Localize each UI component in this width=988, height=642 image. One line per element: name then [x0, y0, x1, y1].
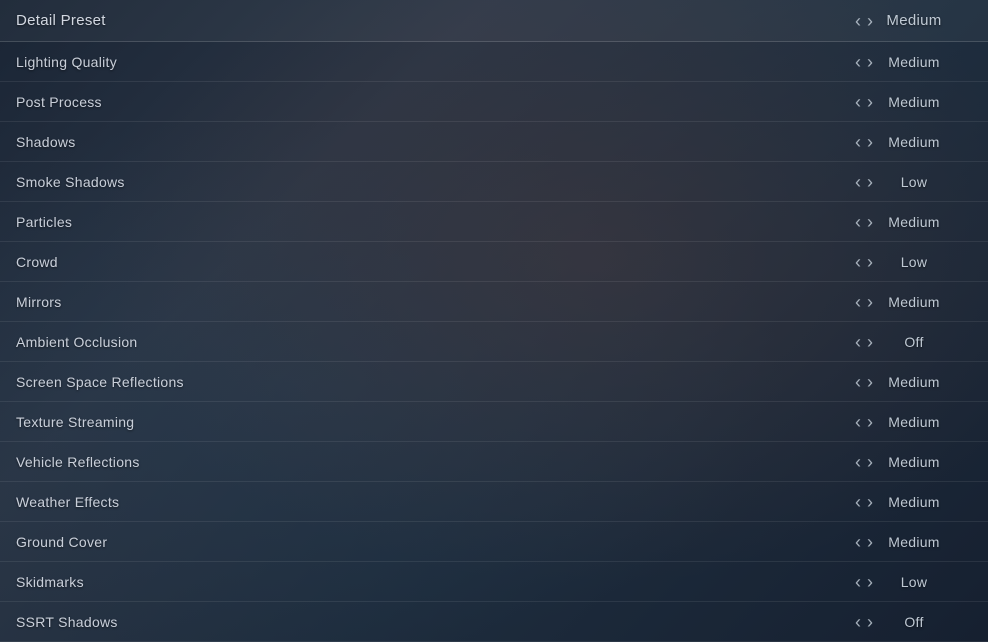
settings-row-shadows[interactable]: Shadows Medium — [0, 122, 988, 162]
value-texture-streaming: Medium — [879, 414, 949, 430]
control-ambient-occlusion: Off — [832, 333, 972, 351]
chevron-left-smoke-shadows[interactable] — [855, 173, 861, 191]
value-weather-effects: Medium — [879, 494, 949, 510]
settings-row-weather-effects[interactable]: Weather Effects Medium — [0, 482, 988, 522]
chevron-right-detail-preset[interactable] — [867, 12, 873, 30]
control-particles: Medium — [832, 213, 972, 231]
chevron-right-mirrors[interactable] — [867, 293, 873, 311]
label-lighting-quality: Lighting Quality — [16, 54, 117, 70]
chevron-right-crowd[interactable] — [867, 253, 873, 271]
settings-row-post-process[interactable]: Post Process Medium — [0, 82, 988, 122]
label-ground-cover: Ground Cover — [16, 534, 107, 550]
chevron-right-post-process[interactable] — [867, 93, 873, 111]
label-detail-preset: Detail Preset — [16, 12, 106, 29]
value-lighting-quality: Medium — [879, 54, 949, 70]
control-texture-streaming: Medium — [832, 413, 972, 431]
label-vehicle-reflections: Vehicle Reflections — [16, 454, 140, 470]
value-detail-preset: Medium — [879, 12, 949, 29]
settings-row-ssrt-shadows[interactable]: SSRT Shadows Off — [0, 602, 988, 642]
label-post-process: Post Process — [16, 94, 102, 110]
chevron-right-shadows[interactable] — [867, 133, 873, 151]
settings-row-crowd[interactable]: Crowd Low — [0, 242, 988, 282]
chevron-right-weather-effects[interactable] — [867, 493, 873, 511]
settings-row-vehicle-reflections[interactable]: Vehicle Reflections Medium — [0, 442, 988, 482]
value-crowd: Low — [879, 254, 949, 270]
chevron-right-ambient-occlusion[interactable] — [867, 333, 873, 351]
chevron-right-texture-streaming[interactable] — [867, 413, 873, 431]
chevron-left-particles[interactable] — [855, 213, 861, 231]
label-crowd: Crowd — [16, 254, 58, 270]
settings-row-screen-space-reflections[interactable]: Screen Space Reflections Medium — [0, 362, 988, 402]
control-lighting-quality: Medium — [832, 53, 972, 71]
chevron-left-weather-effects[interactable] — [855, 493, 861, 511]
chevron-left-detail-preset[interactable] — [855, 12, 861, 30]
chevron-right-vehicle-reflections[interactable] — [867, 453, 873, 471]
value-ground-cover: Medium — [879, 534, 949, 550]
chevron-left-texture-streaming[interactable] — [855, 413, 861, 431]
label-ambient-occlusion: Ambient Occlusion — [16, 334, 137, 350]
chevron-left-shadows[interactable] — [855, 133, 861, 151]
chevron-right-skidmarks[interactable] — [867, 573, 873, 591]
value-shadows: Medium — [879, 134, 949, 150]
control-mirrors: Medium — [832, 293, 972, 311]
value-mirrors: Medium — [879, 294, 949, 310]
value-ambient-occlusion: Off — [879, 334, 949, 350]
chevron-left-ambient-occlusion[interactable] — [855, 333, 861, 351]
chevron-right-screen-space-reflections[interactable] — [867, 373, 873, 391]
label-smoke-shadows: Smoke Shadows — [16, 174, 125, 190]
settings-row-particles[interactable]: Particles Medium — [0, 202, 988, 242]
settings-row-skidmarks[interactable]: Skidmarks Low — [0, 562, 988, 602]
value-post-process: Medium — [879, 94, 949, 110]
chevron-left-screen-space-reflections[interactable] — [855, 373, 861, 391]
control-screen-space-reflections: Medium — [832, 373, 972, 391]
control-skidmarks: Low — [832, 573, 972, 591]
control-detail-preset: Medium — [832, 12, 972, 30]
control-post-process: Medium — [832, 93, 972, 111]
settings-row-texture-streaming[interactable]: Texture Streaming Medium — [0, 402, 988, 442]
chevron-left-vehicle-reflections[interactable] — [855, 453, 861, 471]
chevron-right-ssrt-shadows[interactable] — [867, 613, 873, 631]
control-ssrt-shadows: Off — [832, 613, 972, 631]
chevron-left-ssrt-shadows[interactable] — [855, 613, 861, 631]
value-particles: Medium — [879, 214, 949, 230]
chevron-left-mirrors[interactable] — [855, 293, 861, 311]
settings-row-ground-cover[interactable]: Ground Cover Medium — [0, 522, 988, 562]
chevron-right-lighting-quality[interactable] — [867, 53, 873, 71]
settings-row-mirrors[interactable]: Mirrors Medium — [0, 282, 988, 322]
control-crowd: Low — [832, 253, 972, 271]
chevron-right-particles[interactable] — [867, 213, 873, 231]
value-skidmarks: Low — [879, 574, 949, 590]
label-ssrt-shadows: SSRT Shadows — [16, 614, 118, 630]
settings-row-detail-preset[interactable]: Detail Preset Medium — [0, 0, 988, 42]
settings-row-smoke-shadows[interactable]: Smoke Shadows Low — [0, 162, 988, 202]
chevron-left-skidmarks[interactable] — [855, 573, 861, 591]
label-particles: Particles — [16, 214, 72, 230]
control-smoke-shadows: Low — [832, 173, 972, 191]
label-screen-space-reflections: Screen Space Reflections — [16, 374, 184, 390]
label-skidmarks: Skidmarks — [16, 574, 84, 590]
control-vehicle-reflections: Medium — [832, 453, 972, 471]
chevron-left-ground-cover[interactable] — [855, 533, 861, 551]
settings-container: Detail Preset Medium Lighting Quality Mediu… — [0, 0, 988, 642]
control-shadows: Medium — [832, 133, 972, 151]
chevron-left-post-process[interactable] — [855, 93, 861, 111]
chevron-right-smoke-shadows[interactable] — [867, 173, 873, 191]
value-screen-space-reflections: Medium — [879, 374, 949, 390]
control-ground-cover: Medium — [832, 533, 972, 551]
chevron-left-crowd[interactable] — [855, 253, 861, 271]
control-weather-effects: Medium — [832, 493, 972, 511]
settings-row-lighting-quality[interactable]: Lighting Quality Medium — [0, 42, 988, 82]
settings-row-ambient-occlusion[interactable]: Ambient Occlusion Off — [0, 322, 988, 362]
value-ssrt-shadows: Off — [879, 614, 949, 630]
value-smoke-shadows: Low — [879, 174, 949, 190]
label-shadows: Shadows — [16, 134, 76, 150]
label-weather-effects: Weather Effects — [16, 494, 119, 510]
label-mirrors: Mirrors — [16, 294, 62, 310]
label-texture-streaming: Texture Streaming — [16, 414, 134, 430]
chevron-right-ground-cover[interactable] — [867, 533, 873, 551]
value-vehicle-reflections: Medium — [879, 454, 949, 470]
chevron-left-lighting-quality[interactable] — [855, 53, 861, 71]
